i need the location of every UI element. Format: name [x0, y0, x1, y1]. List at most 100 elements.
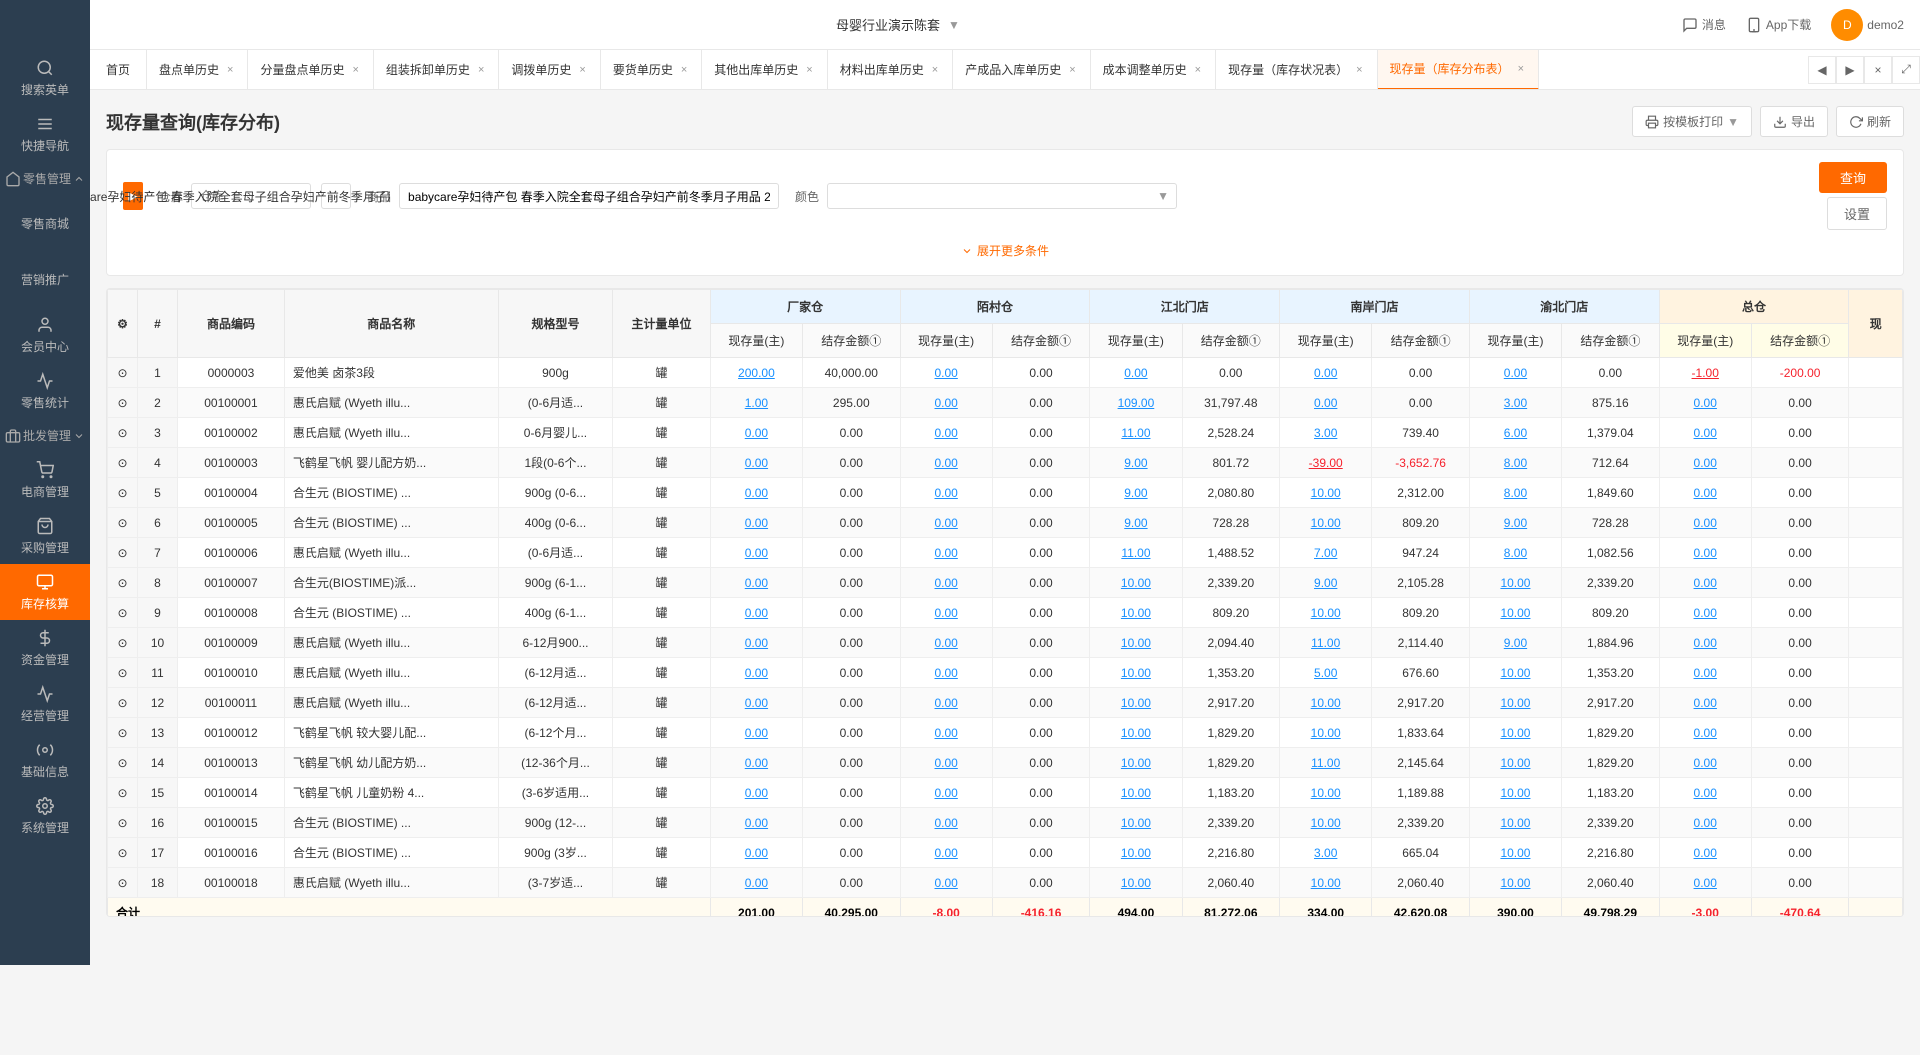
row-w2-qty[interactable]: 0.00 [900, 808, 992, 838]
tab-9-close[interactable]: × [1193, 62, 1203, 78]
row-w5-qty[interactable]: 8.00 [1469, 478, 1561, 508]
row-w2-qty[interactable]: 0.00 [900, 718, 992, 748]
row-w2-qty[interactable]: 0.00 [900, 538, 992, 568]
tab-home[interactable]: 首页 [90, 50, 147, 90]
row-wt-qty[interactable]: 0.00 [1659, 808, 1751, 838]
row-w1-qty[interactable]: 0.00 [710, 688, 802, 718]
sidebar-item-retailshop[interactable]: 零售商城 [0, 195, 90, 251]
row-w3-qty[interactable]: 0.00 [1090, 358, 1182, 388]
row-w5-qty[interactable]: 0.00 [1469, 358, 1561, 388]
row-wt-qty[interactable]: 0.00 [1659, 598, 1751, 628]
row-w5-qty[interactable]: 10.00 [1469, 688, 1561, 718]
row-w3-qty[interactable]: 9.00 [1090, 448, 1182, 478]
row-w4-qty[interactable]: 10.00 [1280, 508, 1372, 538]
row-wt-qty[interactable]: 0.00 [1659, 868, 1751, 898]
tab-1-close[interactable]: × [225, 62, 235, 78]
settings-btn[interactable]: 设置 [1827, 197, 1887, 230]
row-w3-qty[interactable]: 10.00 [1090, 808, 1182, 838]
row-w5-qty[interactable]: 10.00 [1469, 838, 1561, 868]
row-w3-qty[interactable]: 10.00 [1090, 778, 1182, 808]
row-w4-qty[interactable]: 5.00 [1280, 658, 1372, 688]
row-w2-qty[interactable]: 0.00 [900, 478, 992, 508]
row-w3-qty[interactable]: 10.00 [1090, 718, 1182, 748]
row-w4-qty[interactable]: 0.00 [1280, 388, 1372, 418]
sidebar-item-inventory[interactable]: 库存核算 [0, 564, 90, 620]
row-setting[interactable]: ⊙ [108, 628, 138, 658]
row-w4-qty[interactable]: 10.00 [1280, 778, 1372, 808]
row-setting[interactable]: ⊙ [108, 568, 138, 598]
row-w1-qty[interactable]: 0.00 [710, 448, 802, 478]
row-setting[interactable]: ⊙ [108, 778, 138, 808]
warehouse-dots-btn[interactable]: ··· [321, 183, 351, 209]
row-w3-qty[interactable]: 11.00 [1090, 538, 1182, 568]
row-wt-qty[interactable]: 0.00 [1659, 478, 1751, 508]
row-w2-qty[interactable]: 0.00 [900, 448, 992, 478]
row-setting[interactable]: ⊙ [108, 868, 138, 898]
row-w1-qty[interactable]: 0.00 [710, 838, 802, 868]
row-setting[interactable]: ⊙ [108, 748, 138, 778]
row-setting[interactable]: ⊙ [108, 388, 138, 418]
row-wt-qty[interactable]: 0.00 [1659, 448, 1751, 478]
row-w3-qty[interactable]: 10.00 [1090, 688, 1182, 718]
row-setting[interactable]: ⊙ [108, 598, 138, 628]
row-w2-qty[interactable]: 0.00 [900, 838, 992, 868]
export-btn[interactable]: 导出 [1760, 106, 1828, 137]
row-w2-qty[interactable]: 0.00 [900, 748, 992, 778]
row-wt-qty[interactable]: 0.00 [1659, 538, 1751, 568]
row-w1-qty[interactable]: 1.00 [710, 388, 802, 418]
row-setting[interactable]: ⊙ [108, 658, 138, 688]
row-w5-qty[interactable]: 6.00 [1469, 418, 1561, 448]
row-w5-qty[interactable]: 10.00 [1469, 718, 1561, 748]
row-wt-qty[interactable]: 0.00 [1659, 568, 1751, 598]
sidebar-item-marketing[interactable]: 营销推广 [0, 251, 90, 307]
row-w3-qty[interactable]: 10.00 [1090, 838, 1182, 868]
row-w1-qty[interactable]: 0.00 [710, 748, 802, 778]
row-wt-qty[interactable]: 0.00 [1659, 418, 1751, 448]
row-w1-qty[interactable]: 200.00 [710, 358, 802, 388]
row-w3-qty[interactable]: 10.00 [1090, 658, 1182, 688]
row-wt-qty[interactable]: 0.00 [1659, 688, 1751, 718]
row-w3-qty[interactable]: 10.00 [1090, 598, 1182, 628]
row-wt-qty[interactable]: 0.00 [1659, 628, 1751, 658]
row-w2-qty[interactable]: 0.00 [900, 688, 992, 718]
row-wt-qty[interactable]: 0.00 [1659, 778, 1751, 808]
row-w1-qty[interactable]: 0.00 [710, 778, 802, 808]
row-w2-qty[interactable]: 0.00 [900, 658, 992, 688]
row-w4-qty[interactable]: 11.00 [1280, 748, 1372, 778]
color-input[interactable] [827, 183, 1177, 209]
row-w4-qty[interactable]: 10.00 [1280, 718, 1372, 748]
sidebar-item-quicknav[interactable]: 快捷导航 [0, 106, 90, 162]
row-wt-qty[interactable]: 0.00 [1659, 658, 1751, 688]
nav-close-all-btn[interactable]: × [1864, 56, 1892, 84]
workspace-selector[interactable]: 母婴行业演示陈套 ▼ [836, 15, 960, 34]
expand-conditions-btn[interactable]: 展开更多条件 [953, 238, 1057, 263]
tab-10[interactable]: 现存量（库存状况表） × [1216, 50, 1377, 90]
row-w3-qty[interactable]: 11.00 [1090, 418, 1182, 448]
row-w5-qty[interactable]: 10.00 [1469, 568, 1561, 598]
row-w1-qty[interactable]: 0.00 [710, 658, 802, 688]
row-w3-qty[interactable]: 10.00 [1090, 868, 1182, 898]
row-w3-qty[interactable]: 9.00 [1090, 508, 1182, 538]
tab-5-close[interactable]: × [679, 62, 689, 78]
row-setting[interactable]: ⊙ [108, 448, 138, 478]
row-w5-qty[interactable]: 9.00 [1469, 508, 1561, 538]
row-w2-qty[interactable]: 0.00 [900, 568, 992, 598]
sidebar-item-purchase[interactable]: 采购管理 [0, 508, 90, 564]
row-setting[interactable]: ⊙ [108, 358, 138, 388]
row-w5-qty[interactable]: 8.00 [1469, 538, 1561, 568]
row-wt-qty[interactable]: 0.00 [1659, 838, 1751, 868]
row-w1-qty[interactable]: 0.00 [710, 718, 802, 748]
row-w1-qty[interactable]: 0.00 [710, 598, 802, 628]
row-w1-qty[interactable]: 0.00 [710, 568, 802, 598]
row-w4-qty[interactable]: 7.00 [1280, 538, 1372, 568]
goods-input[interactable] [399, 183, 779, 209]
row-w5-qty[interactable]: 10.00 [1469, 808, 1561, 838]
print-btn[interactable]: 按模板打印 ▼ [1632, 106, 1752, 137]
section-toggle-btn[interactable]: ▶ [123, 182, 143, 210]
col-setting[interactable]: ⚙ [108, 290, 138, 358]
row-w2-qty[interactable]: 0.00 [900, 598, 992, 628]
row-w4-qty[interactable]: 10.00 [1280, 868, 1372, 898]
tab-3[interactable]: 组装拆卸单历史 × [374, 50, 499, 90]
tab-9[interactable]: 成本调整单历史 × [1091, 50, 1216, 90]
row-w2-qty[interactable]: 0.00 [900, 388, 992, 418]
